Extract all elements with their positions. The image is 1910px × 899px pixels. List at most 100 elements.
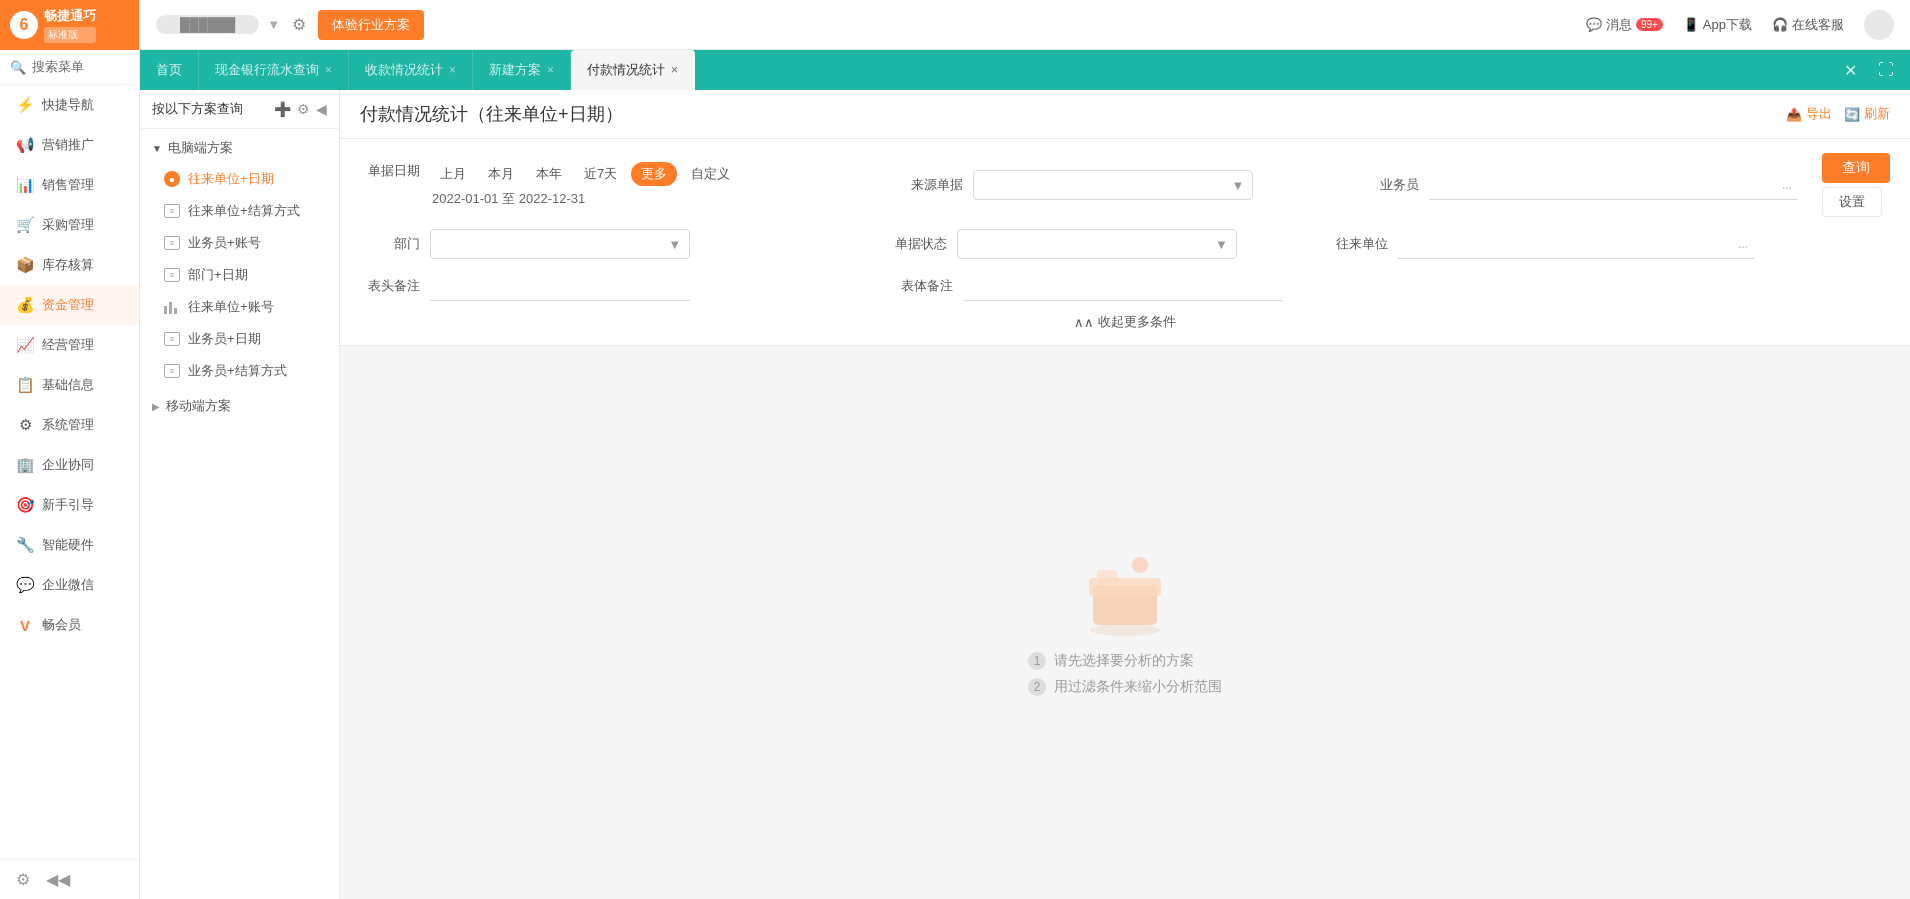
user-avatar[interactable] [1864, 10, 1894, 40]
content: 按以下方案查询 ➕ ⚙ ◀ ▼ 电脑端方案 ● 往来单位+日期 ≡ [140, 90, 1910, 899]
messages-btn[interactable]: 💬 消息 99+ [1586, 16, 1663, 34]
sidebar-item-purchase[interactable]: 🛒 采购管理 [0, 205, 139, 245]
sidebar-item-vip[interactable]: V 畅会员 [0, 605, 139, 645]
expand-btn[interactable]: ⛶ [1872, 56, 1900, 84]
export-icon: 📤 [1786, 107, 1802, 122]
sidebar-item-sales[interactable]: 📊 销售管理 [0, 165, 139, 205]
date-opt-this-month[interactable]: 本月 [480, 162, 522, 186]
filter-area: 单据日期 上月 本月 本年 近7天 更多 自定义 2022- [340, 139, 1910, 346]
empty-hint-1: 1 请先选择要分析的方案 [1028, 652, 1222, 670]
scheme-item-6[interactable]: ≡ 业务员+结算方式 [140, 355, 339, 387]
sidebar-item-quick-nav[interactable]: ⚡ 快捷导航 [0, 85, 139, 125]
tab-new-scheme[interactable]: 新建方案 × [473, 50, 571, 90]
main-area: ██████ ▼ ⚙ 体验行业方案 💬 消息 99+ 📱 App下载 🎧 在线客… [140, 0, 1910, 899]
tab-receivable[interactable]: 收款情况统计 × [349, 50, 473, 90]
filter-row-3: 表头备注 表体备注 [360, 271, 1890, 301]
tab-home[interactable]: 首页 [140, 50, 199, 90]
topbar-user: ██████ ▼ [156, 15, 280, 34]
sidebar-item-wechat[interactable]: 💬 企业微信 [0, 565, 139, 605]
user-name: ██████ [156, 15, 259, 34]
sidebar-footer: ⚙ ◀◀ [0, 859, 139, 899]
source-bill-label: 来源单据 [903, 176, 963, 194]
search-icon: 🔍 [10, 60, 26, 75]
topbar-settings-btn[interactable]: ⚙ [292, 15, 306, 34]
scheme-item-1[interactable]: ≡ 往来单位+结算方式 [140, 195, 339, 227]
mobile-schemes-group[interactable]: ▶ 移动端方案 [140, 391, 339, 421]
tab-new-scheme-close[interactable]: × [547, 63, 554, 77]
scheme-item-4[interactable]: 往来单位+账号 [140, 291, 339, 323]
query-btn[interactable]: 查询 [1822, 153, 1890, 183]
collapse-scheme-btn[interactable]: ◀ [316, 101, 327, 117]
app-logo-text: 畅捷通巧 标准版 [44, 7, 96, 43]
inventory-icon: 📦 [16, 256, 34, 274]
operation-icon: 📈 [16, 336, 34, 354]
date-opt-more[interactable]: 更多 [631, 162, 677, 186]
app-download-btn[interactable]: 📱 App下载 [1683, 16, 1752, 34]
date-opt-this-year[interactable]: 本年 [528, 162, 570, 186]
dropdown-icon: ▼ [1231, 178, 1244, 193]
collapse-conditions-btn[interactable]: ∧∧ 收起更多条件 [1074, 313, 1176, 331]
bill-status-dropdown-icon: ▼ [1215, 237, 1228, 252]
app-logo-icon: 6 [10, 11, 38, 39]
close-tab-btn[interactable]: ✕ [1836, 56, 1864, 84]
dept-dropdown-icon: ▼ [668, 237, 681, 252]
collapse-sidebar-btn[interactable]: ◀◀ [46, 870, 70, 889]
expand-mobile-icon: ▶ [152, 401, 160, 412]
wechat-icon: 💬 [16, 576, 34, 594]
settings-btn[interactable]: 设置 [1822, 187, 1882, 217]
date-label: 单据日期 [360, 162, 420, 180]
partner-input[interactable]: ... [1398, 229, 1754, 259]
export-btn[interactable]: 📤 导出 [1786, 105, 1832, 123]
tab-cashflow[interactable]: 现金银行流水查询 × [199, 50, 349, 90]
settings-footer-btn[interactable]: ⚙ [16, 870, 30, 889]
svg-point-4 [1132, 557, 1148, 573]
sidebar-item-system[interactable]: ⚙ 系统管理 [0, 405, 139, 445]
sidebar-item-basic[interactable]: 📋 基础信息 [0, 365, 139, 405]
sidebar: 6 畅捷通巧 标准版 🔍 搜索菜单 ⚡ 快捷导航 📢 营销推广 📊 销售管理 🛒… [0, 0, 140, 899]
online-service-btn[interactable]: 🎧 在线客服 [1772, 16, 1844, 34]
trial-btn[interactable]: 体验行业方案 [318, 10, 424, 40]
scheme-sq-icon-2: ≡ [164, 236, 180, 250]
empty-hints: 1 请先选择要分析的方案 2 用过滤条件来缩小分析范围 [1028, 652, 1222, 696]
scheme-settings-btn[interactable]: ⚙ [297, 101, 310, 117]
scheme-item-5[interactable]: ≡ 业务员+日期 [140, 323, 339, 355]
sidebar-item-inventory[interactable]: 📦 库存核算 [0, 245, 139, 285]
expand-desktop-icon: ▼ [152, 143, 162, 154]
sidebar-item-finance[interactable]: 💰 资金管理 [0, 285, 139, 325]
basic-icon: 📋 [16, 376, 34, 394]
tab-payment-stat[interactable]: 付款情况统计 × [571, 50, 695, 90]
date-opt-last-month[interactable]: 上月 [432, 162, 474, 186]
sidebar-item-hardware[interactable]: 🔧 智能硬件 [0, 525, 139, 565]
scheme-header-actions: ➕ ⚙ ◀ [274, 101, 327, 117]
scheme-item-0[interactable]: ● 往来单位+日期 [140, 163, 339, 195]
sidebar-item-enterprise[interactable]: 🏢 企业协同 [0, 445, 139, 485]
page-header: 付款情况统计（往来单位+日期） 📤 导出 🔄 刷新 [340, 90, 1910, 139]
scheme-sq-icon: ≡ [164, 204, 180, 218]
refresh-btn[interactable]: 🔄 刷新 [1844, 105, 1890, 123]
add-scheme-btn[interactable]: ➕ [274, 101, 291, 117]
hardware-icon: 🔧 [16, 536, 34, 554]
tab-payment-stat-close[interactable]: × [671, 63, 678, 77]
header-remark-input[interactable] [430, 271, 690, 301]
sidebar-item-operation[interactable]: 📈 经营管理 [0, 325, 139, 365]
search-menu[interactable]: 🔍 搜索菜单 [0, 50, 139, 85]
body-remark-input[interactable] [963, 271, 1283, 301]
dept-select[interactable]: ▼ [430, 229, 690, 259]
desktop-schemes-title[interactable]: ▼ 电脑端方案 [140, 133, 339, 163]
tab-cashflow-close[interactable]: × [325, 63, 332, 77]
tab-receivable-close[interactable]: × [449, 63, 456, 77]
date-opt-7days[interactable]: 近7天 [576, 162, 625, 186]
salesman-input[interactable]: ... [1429, 170, 1798, 200]
scheme-item-3[interactable]: ≡ 部门+日期 [140, 259, 339, 291]
user-dropdown-btn[interactable]: ▼ [267, 17, 280, 32]
system-icon: ⚙ [16, 416, 34, 434]
source-bill-select[interactable]: ▼ [973, 170, 1253, 200]
date-opt-custom[interactable]: 自定义 [683, 162, 738, 186]
svg-point-0 [1090, 624, 1160, 636]
headset-icon: 🎧 [1772, 17, 1788, 32]
scheme-item-2[interactable]: ≡ 业务员+账号 [140, 227, 339, 259]
bill-status-select[interactable]: ▼ [957, 229, 1237, 259]
sidebar-item-marketing[interactable]: 📢 营销推广 [0, 125, 139, 165]
sidebar-item-guide[interactable]: 🎯 新手引导 [0, 485, 139, 525]
header-remark-label: 表头备注 [360, 277, 420, 295]
